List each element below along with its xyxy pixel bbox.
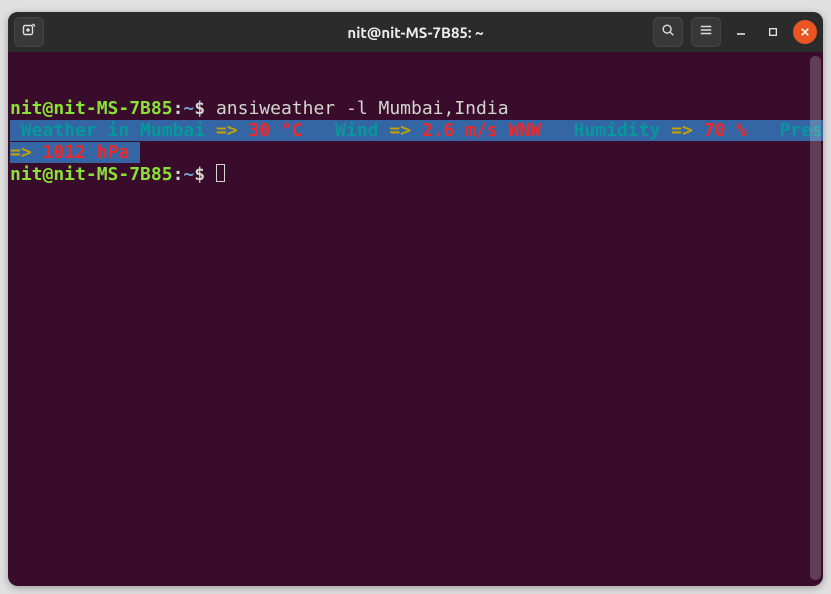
- menu-button[interactable]: [691, 17, 721, 47]
- close-button[interactable]: [793, 20, 817, 44]
- maximize-icon: [768, 23, 778, 41]
- prompt-user: nit@nit-MS-7B85: [10, 164, 173, 185]
- output-line-2: => 1012 hPa: [10, 142, 821, 164]
- command-text: ansiweather -l Mumbai,India: [216, 98, 509, 119]
- pressure-arrow: =>: [10, 142, 32, 163]
- pressure-value: 1012 hPa: [43, 142, 130, 163]
- scrollbar-thumb[interactable]: [810, 56, 821, 580]
- close-icon: [800, 23, 810, 41]
- terminal-window: nit@nit-MS-7B85: ~: [8, 12, 823, 586]
- new-tab-button[interactable]: [14, 17, 44, 47]
- weather-label: Weather in Mumbai: [21, 120, 205, 141]
- maximize-button[interactable]: [761, 20, 785, 44]
- search-button[interactable]: [653, 17, 683, 47]
- output-line-1: Weather in Mumbai => 30 °C Wind => 2.6 m…: [10, 120, 821, 142]
- scrollbar[interactable]: [810, 56, 821, 580]
- minimize-button[interactable]: [729, 20, 753, 44]
- wind-label: Wind: [335, 120, 378, 141]
- prompt-user: nit@nit-MS-7B85: [10, 98, 173, 119]
- prompt-sep: :: [173, 98, 184, 119]
- prompt-line-2: nit@nit-MS-7B85:~$: [10, 164, 821, 186]
- terminal-body[interactable]: nit@nit-MS-7B85:~$ ansiweather -l Mumbai…: [8, 52, 823, 586]
- wind-value: 2.6 m/s WNW: [422, 120, 541, 141]
- temperature-value: 30 °C: [248, 120, 302, 141]
- search-icon: [661, 23, 675, 41]
- arrow: =>: [205, 120, 248, 141]
- titlebar: nit@nit-MS-7B85: ~: [8, 12, 823, 52]
- humidity-value: 70 %: [704, 120, 747, 141]
- prompt-cwd: ~: [183, 98, 194, 119]
- hamburger-icon: [699, 23, 713, 41]
- minimize-icon: [735, 23, 747, 41]
- cursor: [216, 164, 225, 182]
- new-tab-icon: [21, 22, 37, 42]
- prompt-line-1: nit@nit-MS-7B85:~$ ansiweather -l Mumbai…: [10, 98, 821, 120]
- humidity-label: Humidity: [574, 120, 661, 141]
- prompt-dollar: $: [194, 98, 205, 119]
